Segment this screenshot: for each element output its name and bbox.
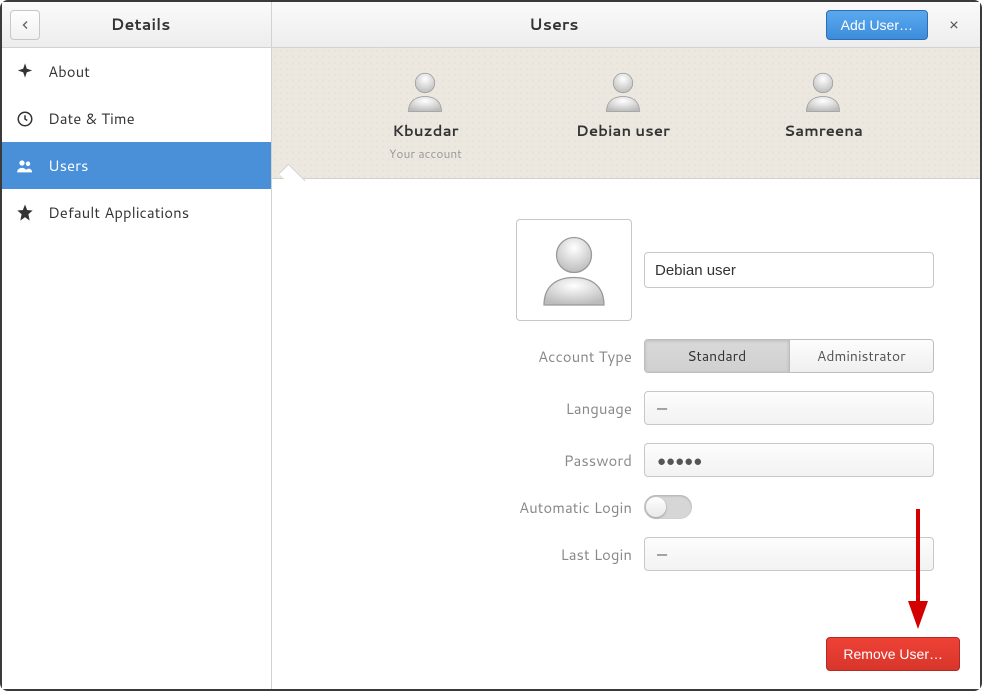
sidebar-item-label: About (48, 61, 90, 82)
label-password: Password (312, 450, 632, 471)
spark-icon (16, 63, 34, 81)
sidebar-item-date-time[interactable]: Date & Time (2, 95, 271, 142)
star-icon (16, 204, 34, 222)
user-card[interactable]: Kbuzdar Your account (389, 68, 462, 162)
user-card[interactable]: Samreena (784, 68, 863, 162)
account-type-standard[interactable]: Standard (645, 340, 789, 372)
label-last-login: Last Login (312, 544, 632, 565)
remove-user-button[interactable]: Remove User… (826, 637, 960, 671)
account-type-control: Standard Administrator (644, 339, 934, 373)
full-name-input[interactable] (644, 252, 934, 288)
sidebar-item-about[interactable]: About (2, 48, 271, 95)
sidebar-title: Details (10, 13, 271, 36)
sidebar-header: Details (2, 2, 271, 48)
sidebar-list: About Date & Time Users Default Applicat… (2, 48, 271, 236)
language-field[interactable]: — (644, 391, 934, 425)
close-icon: × (949, 13, 959, 36)
avatar-icon (534, 230, 614, 310)
label-account-type: Account Type (312, 346, 632, 367)
label-automatic-login: Automatic Login (312, 497, 632, 518)
user-list-strip: Kbuzdar Your account Debian user Samreen… (272, 48, 980, 179)
sidebar: Details About Date & Time Users (2, 2, 272, 689)
user-subtitle: Your account (389, 145, 462, 162)
main-panel: Users Add User… × Kbuzdar Your account (272, 2, 980, 689)
user-name: Debian user (576, 120, 670, 141)
avatar-picker[interactable] (516, 219, 632, 321)
avatar-icon (799, 68, 847, 116)
sidebar-item-default-apps[interactable]: Default Applications (2, 189, 271, 236)
label-language: Language (312, 398, 632, 419)
password-field[interactable]: ●●●●● (644, 443, 934, 477)
main-header: Users Add User… × (272, 2, 980, 48)
user-name: Samreena (784, 120, 863, 141)
add-user-button[interactable]: Add User… (826, 10, 928, 40)
page-title: Users (282, 13, 826, 36)
users-icon (16, 157, 34, 175)
user-name: Kbuzdar (392, 120, 458, 141)
close-button[interactable]: × (942, 13, 966, 37)
last-login-field[interactable]: — (644, 537, 934, 571)
user-details-area: Account Type Standard Administrator Lang… (272, 179, 980, 689)
clock-icon (16, 110, 34, 128)
account-type-administrator[interactable]: Administrator (789, 340, 934, 372)
sidebar-item-label: Date & Time (48, 108, 135, 129)
sidebar-item-users[interactable]: Users (2, 142, 271, 189)
avatar-icon (599, 68, 647, 116)
sidebar-item-label: Users (48, 155, 88, 176)
sidebar-item-label: Default Applications (48, 202, 189, 223)
automatic-login-toggle[interactable] (644, 495, 692, 519)
avatar-icon (401, 68, 449, 116)
user-card[interactable]: Debian user (576, 68, 670, 162)
